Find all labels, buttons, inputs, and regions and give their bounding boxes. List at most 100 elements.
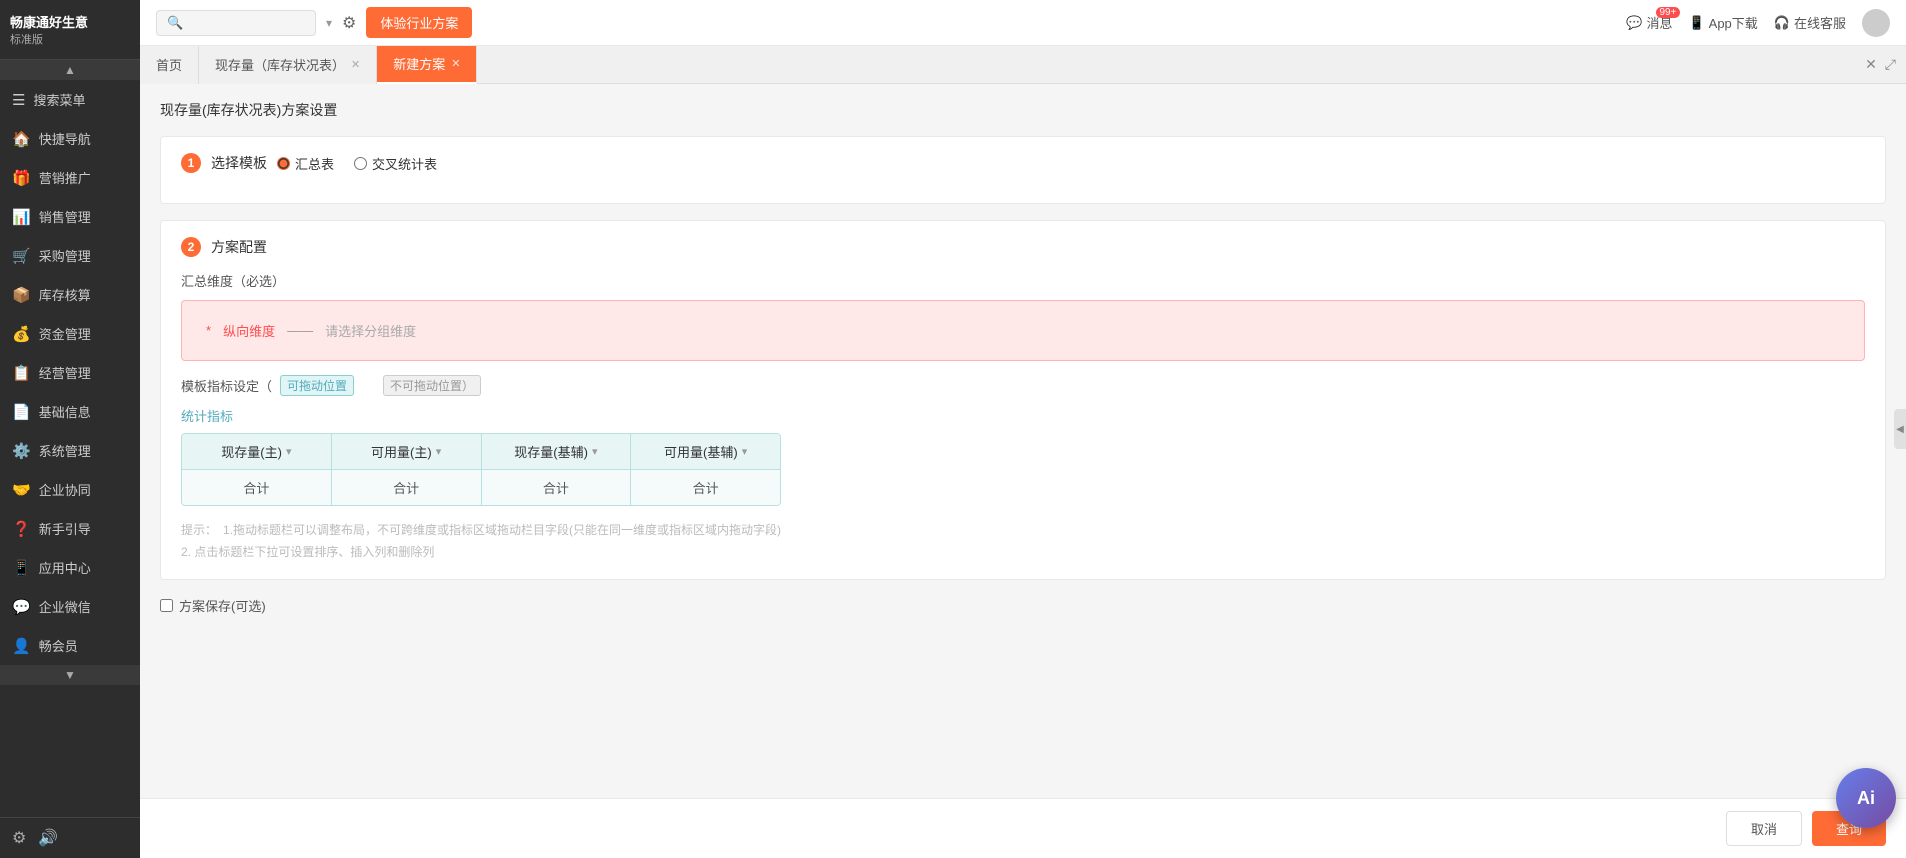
radio-summary-label: 汇总表 bbox=[295, 154, 334, 173]
sidebar-item-purchase[interactable]: 🛒 采购管理 bbox=[0, 236, 140, 275]
tab-inventory-label: 现存量（库存状况表） bbox=[215, 55, 345, 74]
search-icon: 🔍 bbox=[167, 15, 183, 31]
col-label-0: 现存量(主) bbox=[221, 442, 282, 461]
tip-title: 提示： bbox=[181, 520, 217, 542]
tip-item-0: 提示： 1.拖动标题栏可以调整布局，不可跨维度或指标区域拖动栏目字段(只能在同一… bbox=[181, 520, 1865, 542]
money-icon: 💰 bbox=[12, 325, 31, 343]
indicator-separator bbox=[362, 376, 375, 395]
sidebar-item-label: 新手引导 bbox=[39, 519, 91, 538]
sidebar-item-label: 采购管理 bbox=[39, 246, 91, 265]
close-icon[interactable]: ✕ bbox=[351, 58, 360, 71]
chevron-down-icon[interactable]: ▾ bbox=[326, 16, 332, 30]
app-icon: 📱 bbox=[1688, 15, 1704, 31]
sidebar-item-system[interactable]: ⚙️ 系统管理 bbox=[0, 431, 140, 470]
search-menu-icon: ☰ bbox=[12, 91, 25, 109]
dimension-box[interactable]: * 纵向维度 —— 请选择分组维度 bbox=[181, 300, 1865, 361]
message-icon: 💬 bbox=[1626, 15, 1642, 31]
sidebar-item-quick-nav[interactable]: 🏠 快捷导航 bbox=[0, 119, 140, 158]
tip-text-1: 2. 点击标题栏下拉可设置排序、插入列和删除列 bbox=[181, 542, 434, 564]
scroll-up-button[interactable]: ▲ bbox=[0, 60, 140, 80]
sidebar-item-marketing[interactable]: 🎁 营销推广 bbox=[0, 158, 140, 197]
tips-section: 提示： 1.拖动标题栏可以调整布局，不可跨维度或指标区域拖动栏目字段(只能在同一… bbox=[181, 520, 1865, 563]
stats-table: 现存量(主) ▾ 可用量(主) ▾ 现存量(基辅) ▾ 可用量(基辅) ▾ bbox=[181, 433, 781, 506]
save-checkbox[interactable] bbox=[160, 599, 173, 612]
chevron-down-icon: ▾ bbox=[592, 445, 598, 458]
audio-icon[interactable]: 🔊 bbox=[38, 828, 58, 848]
sidebar-item-label: 快捷导航 bbox=[39, 129, 91, 148]
logo-name: 畅康通好生意 bbox=[10, 12, 130, 31]
sidebar-item-basic-info[interactable]: 📄 基础信息 bbox=[0, 392, 140, 431]
stats-col-3[interactable]: 可用量(基辅) ▾ bbox=[631, 434, 780, 469]
chart-icon: 📊 bbox=[12, 208, 31, 226]
expand-icon[interactable]: ⤢ bbox=[1885, 56, 1896, 73]
step2-header: 2 方案配置 bbox=[181, 237, 1865, 257]
message-badge: 99+ bbox=[1656, 7, 1681, 18]
tab-new-scheme[interactable]: 新建方案 ✕ bbox=[377, 46, 477, 84]
step2-title: 方案配置 bbox=[211, 237, 267, 257]
dimension-section-label: 汇总维度（必选） bbox=[181, 271, 1865, 290]
radio-summary[interactable]: 汇总表 bbox=[277, 154, 334, 173]
settings-icon[interactable]: ⚙ bbox=[12, 828, 26, 848]
sidebar-item-label: 应用中心 bbox=[39, 558, 91, 577]
dimension-label: 纵向维度 bbox=[223, 321, 275, 340]
doc-icon: 📄 bbox=[12, 403, 31, 421]
tip-text-0: 1.拖动标题栏可以调整布局，不可跨维度或指标区域拖动栏目字段(只能在同一维度或指… bbox=[223, 520, 781, 542]
col-label-3: 可用量(基辅) bbox=[664, 442, 738, 461]
stats-cell-0: 合计 bbox=[182, 470, 332, 505]
online-service-button[interactable]: 🎧 在线客服 bbox=[1774, 13, 1846, 32]
person-icon: 👤 bbox=[12, 637, 31, 655]
page-title: 现存量(库存状况表)方案设置 bbox=[160, 100, 1886, 120]
template-radio-group: 汇总表 交叉统计表 bbox=[277, 154, 437, 173]
stats-cell-1: 合计 bbox=[332, 470, 482, 505]
ai-float-button[interactable]: Ai bbox=[1836, 768, 1896, 828]
sidebar-item-label: 经营管理 bbox=[39, 363, 91, 382]
stats-col-1[interactable]: 可用量(主) ▾ bbox=[332, 434, 482, 469]
sidebar-item-label: 企业协同 bbox=[39, 480, 91, 499]
sidebar-item-newbie[interactable]: ❓ 新手引导 bbox=[0, 509, 140, 548]
question-icon: ❓ bbox=[12, 520, 31, 538]
tab-home-label: 首页 bbox=[156, 55, 182, 74]
sidebar-item-member[interactable]: 👤 畅会员 bbox=[0, 626, 140, 665]
search-box[interactable]: 🔍 bbox=[156, 10, 316, 36]
sidebar-item-label: 企业微信 bbox=[39, 597, 91, 616]
sidebar-item-finance[interactable]: 💰 资金管理 bbox=[0, 314, 140, 353]
step1-header: 1 选择模板 汇总表 交叉统计表 bbox=[181, 153, 1865, 173]
sidebar-item-sales[interactable]: 📊 销售管理 bbox=[0, 197, 140, 236]
sidebar-item-wechat[interactable]: 💬 企业微信 bbox=[0, 587, 140, 626]
radio-cross[interactable]: 交叉统计表 bbox=[354, 154, 437, 173]
tab-inventory-status[interactable]: 现存量（库存状况表） ✕ bbox=[199, 46, 377, 84]
sidebar: 畅康通好生意 标准版 ▲ ☰ 搜索菜单 🏠 快捷导航 🎁 营销推广 📊 销售管理… bbox=[0, 0, 140, 858]
phone-icon: 📱 bbox=[12, 559, 31, 577]
tabs-actions: ✕ ⤢ bbox=[1855, 56, 1906, 73]
trial-button[interactable]: 体验行业方案 bbox=[366, 7, 472, 38]
sidebar-item-label: 基础信息 bbox=[39, 402, 91, 421]
search-input[interactable] bbox=[189, 16, 289, 30]
settings-icon[interactable]: ⚙ bbox=[342, 13, 356, 33]
sidebar-item-operations[interactable]: 📋 经营管理 bbox=[0, 353, 140, 392]
sidebar-item-label: 库存核算 bbox=[39, 285, 91, 304]
stats-table-header: 现存量(主) ▾ 可用量(主) ▾ 现存量(基辅) ▾ 可用量(基辅) ▾ bbox=[182, 434, 780, 469]
app-download-button[interactable]: 📱 App下载 bbox=[1688, 13, 1757, 32]
topbar: 🔍 ▾ ⚙ 体验行业方案 💬 消息 99+ 📱 App下载 🎧 在线客服 bbox=[140, 0, 1906, 46]
close-icon[interactable]: ✕ bbox=[451, 57, 460, 70]
sidebar-item-enterprise[interactable]: 🤝 企业协同 bbox=[0, 470, 140, 509]
avatar[interactable] bbox=[1862, 9, 1890, 37]
logo-sub: 标准版 bbox=[10, 31, 130, 47]
footer-bar: 取消 查询 bbox=[140, 798, 1906, 858]
stats-col-0[interactable]: 现存量(主) ▾ bbox=[182, 434, 332, 469]
messages-button[interactable]: 💬 消息 99+ bbox=[1626, 13, 1672, 32]
sidebar-item-inventory[interactable]: 📦 库存核算 bbox=[0, 275, 140, 314]
sidebar-item-search-menu[interactable]: ☰ 搜索菜单 bbox=[0, 80, 140, 119]
step1-badge: 1 bbox=[181, 153, 201, 173]
headset-icon: 🎧 bbox=[1774, 15, 1790, 31]
tab-home[interactable]: 首页 bbox=[140, 46, 199, 84]
cancel-button[interactable]: 取消 bbox=[1726, 811, 1802, 846]
tip-item-1: 2. 点击标题栏下拉可设置排序、插入列和删除列 bbox=[181, 542, 1865, 564]
stats-col-2[interactable]: 现存量(基辅) ▾ bbox=[482, 434, 632, 469]
sidebar-item-label: 营销推广 bbox=[39, 168, 91, 187]
right-expand-handle[interactable]: ◀ bbox=[1894, 409, 1906, 449]
sidebar-item-app-center[interactable]: 📱 应用中心 bbox=[0, 548, 140, 587]
scroll-down-button[interactable]: ▼ bbox=[0, 665, 140, 685]
close-window-icon[interactable]: ✕ bbox=[1865, 56, 1877, 73]
indicator-label: 模板指标设定（ bbox=[181, 376, 272, 395]
